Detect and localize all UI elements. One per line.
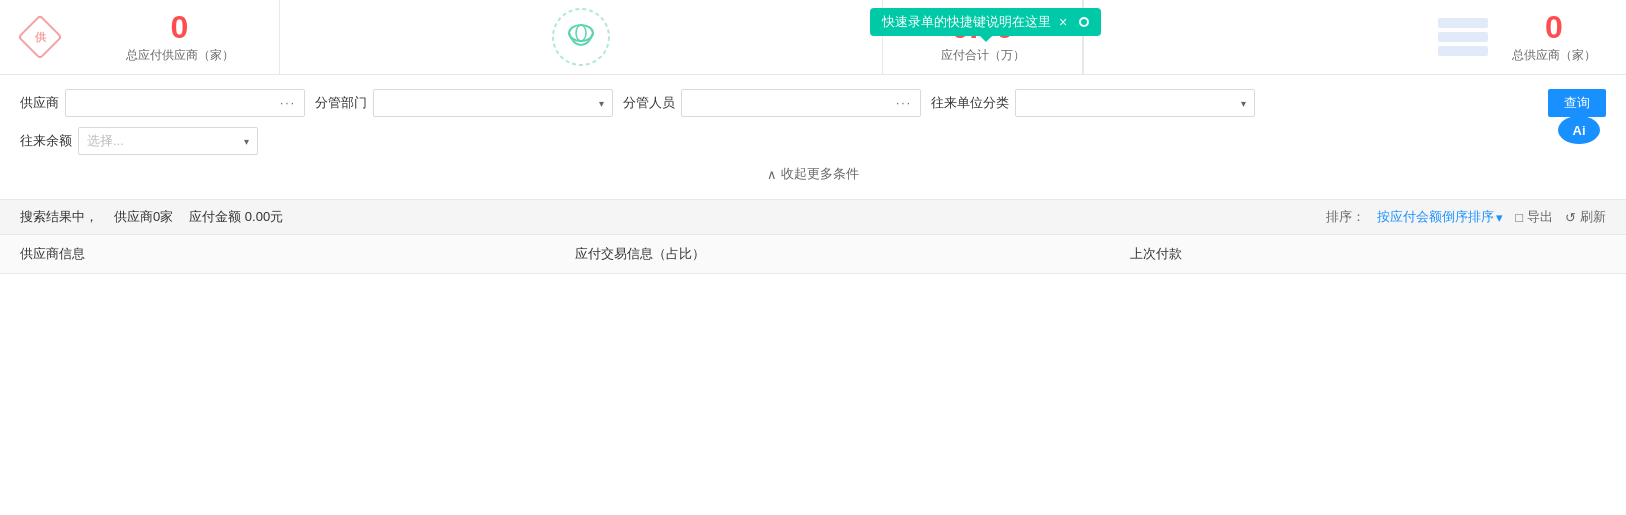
unit-category-input[interactable]: ▾: [1015, 89, 1255, 117]
export-btn[interactable]: □ 导出: [1515, 208, 1553, 226]
logo-area: 供: [0, 2, 80, 72]
unit-category-arrow-icon: ▾: [1241, 98, 1246, 109]
balance-placeholder: 选择...: [87, 132, 124, 150]
stat-total-suppliers: 0 总供应商（家）: [1512, 11, 1596, 64]
balance-label: 往来余额: [20, 132, 72, 150]
tooltip-text: 快速录单的快捷键说明在这里: [882, 13, 1051, 31]
unit-category-label: 往来单位分类: [931, 94, 1009, 112]
filter-unit-category: 往来单位分类 ▾: [931, 89, 1255, 117]
department-arrow-icon: ▾: [599, 98, 604, 109]
result-info: 搜索结果中， 供应商0家 应付金额 0.00元: [20, 208, 283, 226]
filter-department: 分管部门 ▾: [315, 89, 613, 117]
collapse-icon: ∧: [767, 167, 777, 182]
stat-payable-suppliers-value: 0: [171, 11, 189, 43]
balance-input[interactable]: 选择... ▾: [78, 127, 258, 155]
amount-label: 应付金额 0.00元: [189, 208, 283, 226]
svg-point-2: [553, 9, 609, 65]
stat-total-suppliers-value: 0: [1545, 11, 1563, 43]
table-body: [0, 274, 1626, 515]
department-input[interactable]: ▾: [373, 89, 613, 117]
filter-row-2: 往来余额 选择... ▾: [20, 127, 1606, 155]
stat-total-suppliers-label: 总供应商（家）: [1512, 47, 1596, 64]
tooltip-dot-icon: [1079, 17, 1089, 27]
refresh-icon: ↺: [1565, 210, 1576, 225]
diamond-logo-icon: 供: [15, 12, 65, 62]
table-header: 供应商信息 应付交易信息（占比） 上次付款: [0, 235, 1626, 274]
sort-arrow-icon: ▾: [1496, 210, 1503, 225]
supplier-input[interactable]: ···: [65, 89, 305, 117]
balance-arrow-icon: ▾: [244, 136, 249, 147]
stat-payable-suppliers-label: 总应付供应商（家）: [126, 47, 234, 64]
sort-value[interactable]: 按应付会额倒序排序 ▾: [1377, 208, 1503, 226]
col-transaction-header: 应付交易信息（占比）: [575, 245, 1130, 263]
sort-label: 排序：: [1326, 208, 1365, 226]
tooltip-close-btn[interactable]: ×: [1059, 14, 1067, 30]
stat-payable-suppliers: 0 总应付供应商（家）: [80, 0, 280, 74]
manager-label: 分管人员: [623, 94, 675, 112]
filter-manager: 分管人员 ···: [623, 89, 921, 117]
ai-badge[interactable]: Ai: [1558, 116, 1600, 144]
department-label: 分管部门: [315, 94, 367, 112]
filter-supplier: 供应商 ···: [20, 89, 305, 117]
stats-bar: 供 0 总应付供应商（家） 0.00 应付合计（万） 0 总供应商（家）: [0, 0, 1626, 75]
refresh-label: 刷新: [1580, 208, 1606, 226]
filter-balance: 往来余额 选择... ▾: [20, 127, 258, 155]
result-actions: 排序： 按应付会额倒序排序 ▾ □ 导出 ↺ 刷新: [1326, 208, 1606, 226]
export-label: 导出: [1527, 208, 1553, 226]
ai-badge-text: Ai: [1573, 123, 1586, 138]
table-container: 供应商信息 应付交易信息（占比） 上次付款: [0, 235, 1626, 515]
search-result-label: 搜索结果中，: [20, 208, 98, 226]
center-icon: [551, 7, 611, 67]
collapse-label: 收起更多条件: [781, 165, 859, 183]
sort-value-text: 按应付会额倒序排序: [1377, 208, 1494, 226]
stat-payable-total-label: 应付合计（万）: [941, 47, 1025, 64]
svg-point-4: [576, 25, 586, 41]
col-supplier-header: 供应商信息: [20, 245, 575, 263]
collapse-conditions-btn[interactable]: ∧ 收起更多条件: [20, 165, 1606, 183]
filter-row-1: 供应商 ··· 分管部门 ▾ 分管人员 ··· 往来单位分类 ▾: [20, 89, 1606, 117]
filter-area: 供应商 ··· 分管部门 ▾ 分管人员 ··· 往来单位分类 ▾: [0, 75, 1626, 200]
stat-blocks: [1438, 18, 1488, 56]
export-icon: □: [1515, 210, 1523, 225]
manager-input[interactable]: ···: [681, 89, 921, 117]
svg-text:供: 供: [34, 31, 47, 43]
supplier-dots-icon: ···: [280, 96, 296, 110]
result-bar: 搜索结果中， 供应商0家 应付金额 0.00元 排序： 按应付会额倒序排序 ▾ …: [0, 200, 1626, 235]
tooltip-bubble: 快速录单的快捷键说明在这里 ×: [870, 8, 1101, 36]
query-button[interactable]: 查询: [1548, 89, 1606, 117]
supplier-label: 供应商: [20, 94, 59, 112]
refresh-btn[interactable]: ↺ 刷新: [1565, 208, 1606, 226]
supplier-count: 供应商0家: [114, 208, 173, 226]
col-lastpay-header: 上次付款: [1130, 245, 1606, 263]
manager-dots-icon: ···: [896, 96, 912, 110]
